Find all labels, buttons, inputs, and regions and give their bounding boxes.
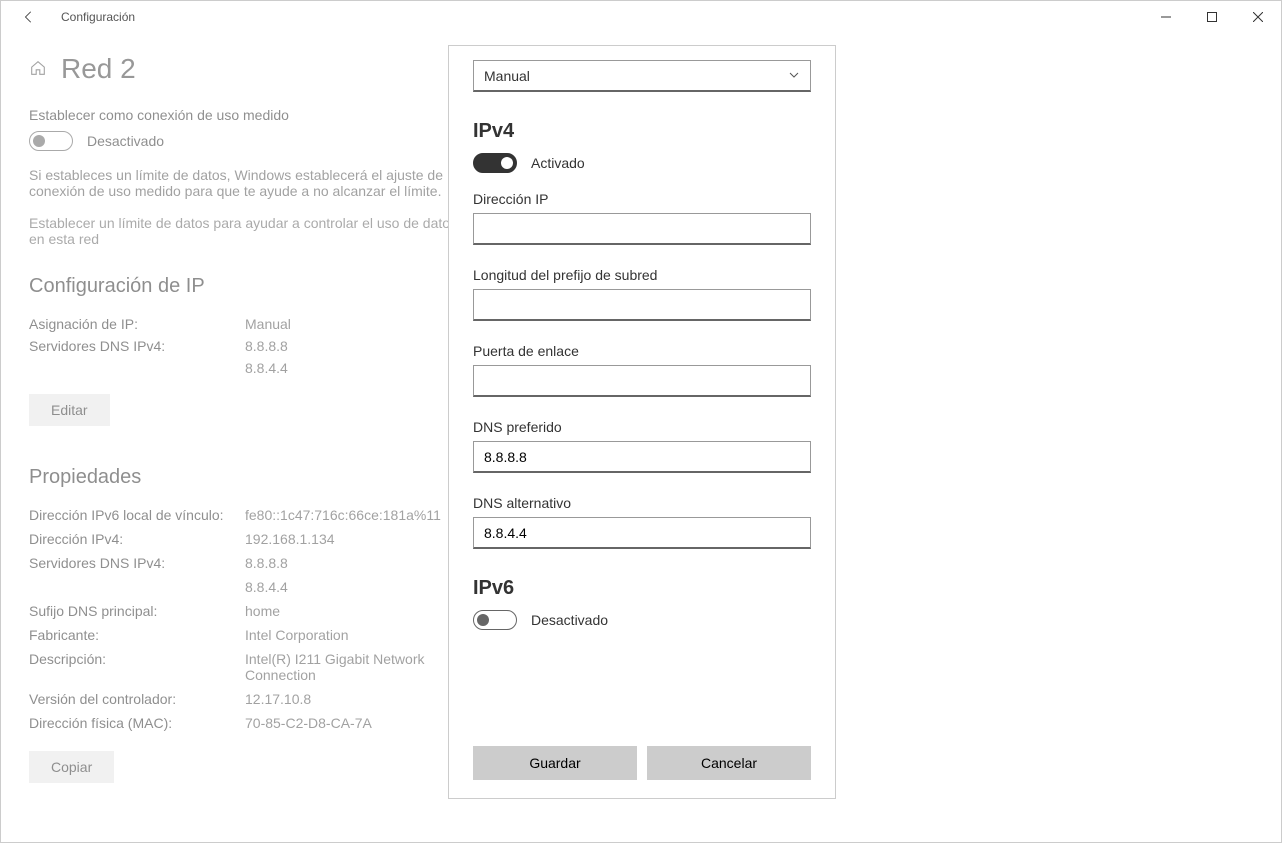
property-key: Dirección física (MAC): (29, 715, 245, 731)
property-value: Intel(R) I211 Gigabit Network Connection (245, 651, 445, 683)
gateway-input[interactable] (473, 365, 811, 397)
property-key (29, 579, 245, 595)
page-title: Red 2 (61, 53, 136, 85)
property-key: Dirección IPv4: (29, 531, 245, 547)
metered-link[interactable]: Establecer un límite de datos para ayuda… (29, 215, 459, 247)
subnet-prefix-input[interactable] (473, 289, 811, 321)
property-value: 70-85-C2-D8-CA-7A (245, 715, 372, 731)
minimize-button[interactable] (1143, 1, 1189, 33)
ipv6-toggle[interactable] (473, 610, 517, 630)
property-value: 8.8.4.4 (245, 579, 288, 595)
ipv4-state: Activado (531, 155, 585, 171)
metered-state: Desactivado (87, 133, 164, 149)
alternate-dns-input[interactable] (473, 517, 811, 549)
dns-servers-value1: 8.8.8.8 (245, 338, 288, 354)
metered-help: Si estableces un límite de datos, Window… (29, 167, 459, 199)
ipv6-state: Desactivado (531, 612, 608, 628)
property-key: Fabricante: (29, 627, 245, 643)
metered-toggle[interactable] (29, 131, 73, 151)
property-key: Servidores DNS IPv4: (29, 555, 245, 571)
ip-address-input[interactable] (473, 213, 811, 245)
ip-address-label: Dirección IP (473, 191, 811, 207)
ip-mode-value: Manual (484, 68, 530, 84)
ipv4-title: IPv4 (473, 120, 811, 143)
chevron-down-icon (788, 68, 800, 84)
property-key: Descripción: (29, 651, 245, 683)
ip-settings-dialog: Manual IPv4 Activado Dirección IP Longit… (448, 45, 836, 799)
ip-mode-dropdown[interactable]: Manual (473, 60, 811, 92)
alternate-dns-label: DNS alternativo (473, 495, 811, 511)
property-value: 12.17.10.8 (245, 691, 311, 707)
property-value: home (245, 603, 280, 619)
save-button[interactable]: Guardar (473, 746, 637, 780)
cancel-button[interactable]: Cancelar (647, 746, 811, 780)
copy-button[interactable]: Copiar (29, 751, 114, 783)
home-icon (29, 59, 47, 80)
subnet-prefix-label: Longitud del prefijo de subred (473, 267, 811, 283)
close-button[interactable] (1235, 1, 1281, 33)
preferred-dns-input[interactable] (473, 441, 811, 473)
ip-assignment-value: Manual (245, 316, 291, 332)
maximize-button[interactable] (1189, 1, 1235, 33)
property-value: fe80::1c47:716c:66ce:181a%11 (245, 507, 441, 523)
back-button[interactable] (9, 1, 49, 33)
dns-servers-label: Servidores DNS IPv4: (29, 338, 245, 354)
ip-assignment-label: Asignación de IP: (29, 316, 245, 332)
titlebar: Configuración (1, 1, 1281, 33)
preferred-dns-label: DNS preferido (473, 419, 811, 435)
ipv6-title: IPv6 (473, 577, 811, 600)
ipv4-toggle[interactable] (473, 153, 517, 173)
edit-button[interactable]: Editar (29, 394, 110, 426)
property-key: Sufijo DNS principal: (29, 603, 245, 619)
property-value: 8.8.8.8 (245, 555, 288, 571)
property-value: 192.168.1.134 (245, 531, 335, 547)
window-title: Configuración (61, 10, 135, 24)
property-key: Dirección IPv6 local de vínculo: (29, 507, 245, 523)
property-key: Versión del controlador: (29, 691, 245, 707)
gateway-label: Puerta de enlace (473, 343, 811, 359)
property-value: Intel Corporation (245, 627, 349, 643)
dns-servers-value2: 8.8.4.4 (245, 360, 288, 376)
